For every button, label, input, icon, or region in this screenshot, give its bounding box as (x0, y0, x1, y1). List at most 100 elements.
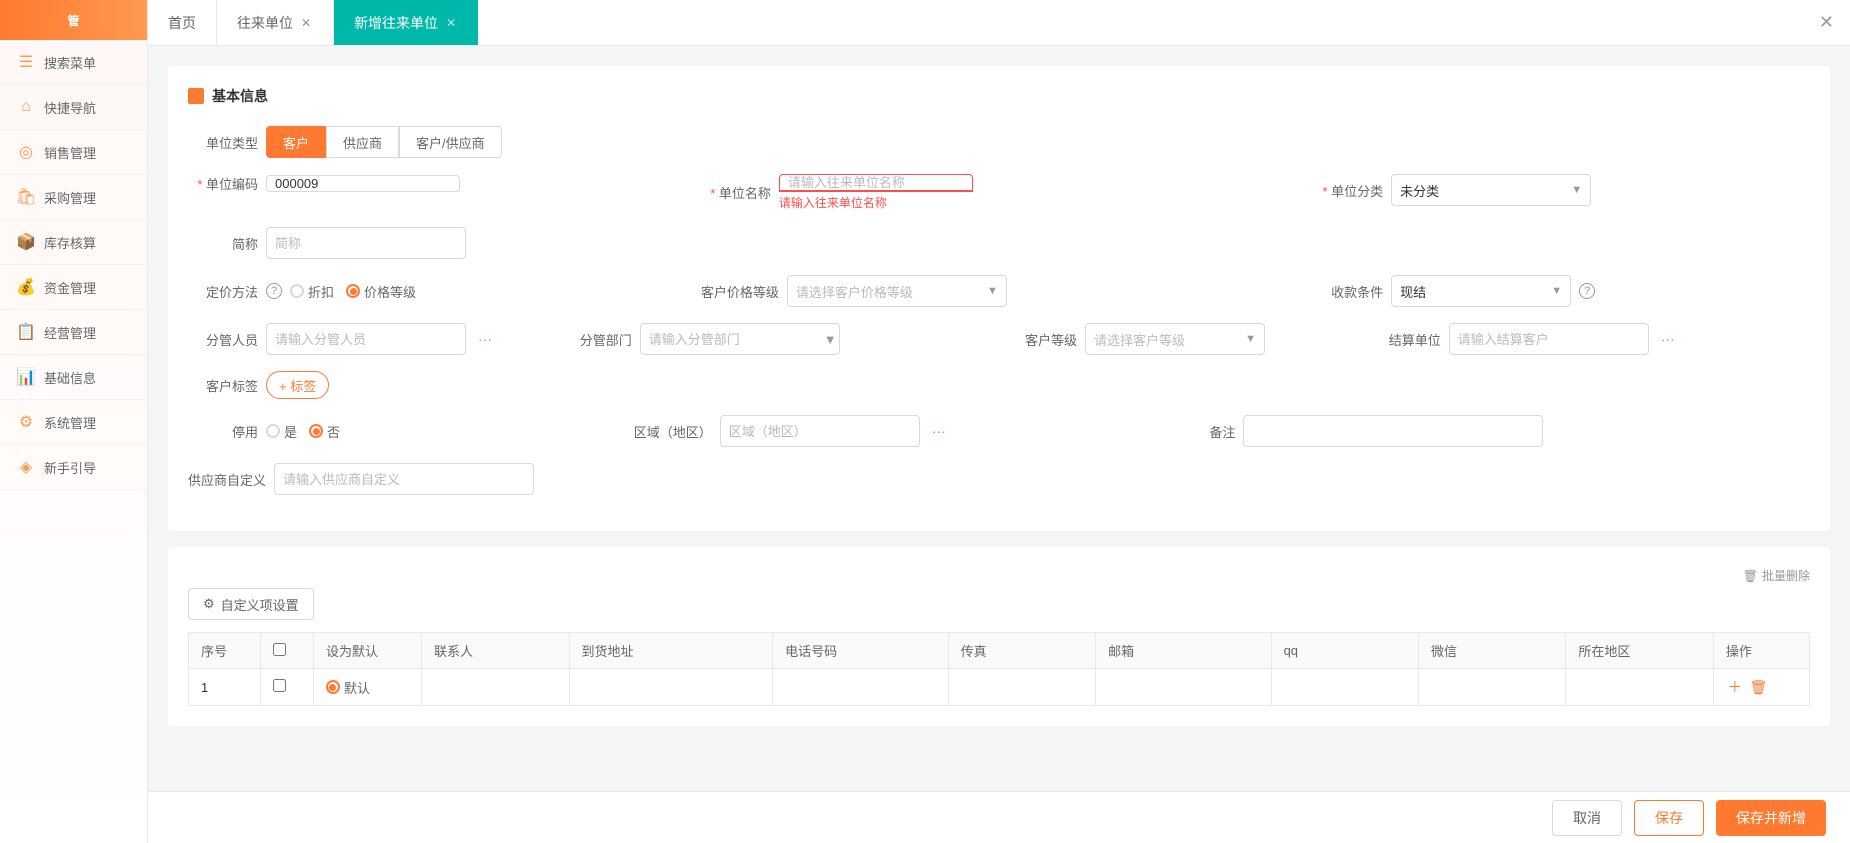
card-title: 基本信息 (188, 86, 1810, 106)
customer-grade-dropdown-icon: ▼ (1245, 333, 1256, 345)
col-no: 序号 (189, 633, 261, 669)
settlement-input[interactable] (1449, 323, 1649, 355)
unit-code-label: 单位编码 (188, 174, 258, 193)
sidebar-item-operations[interactable]: 📋 经营管理 (0, 310, 147, 355)
guide-icon: ◈ (16, 457, 36, 477)
pricing-help-icon[interactable]: ? (266, 283, 282, 299)
tag-row: 客户标签 + 标签 (188, 371, 1810, 399)
row-address-input[interactable] (582, 680, 702, 695)
tab-partner-label: 往来单位 (237, 13, 293, 33)
remark-field: 备注 (1165, 415, 1810, 447)
sidebar: 管 ☰ 搜索菜单 ⌂ 快捷导航 ◎ 销售管理 🛍 采购管理 📦 库存核算 💰 资… (0, 0, 148, 843)
manager-more-btn[interactable]: ··· (474, 331, 496, 347)
sidebar-item-guide[interactable]: ◈ 新手引导 (0, 445, 147, 490)
payment-dropdown-icon: ▼ (1551, 285, 1562, 297)
payment-field: 收款条件 现结 ▼ ? (1313, 275, 1810, 307)
disable-yes-option[interactable]: 是 (266, 422, 297, 441)
row-delete-btn[interactable]: 🗑 (1749, 679, 1767, 695)
pricing-level-radio[interactable] (346, 284, 360, 298)
manager-input[interactable] (266, 323, 466, 355)
unit-type-both-btn[interactable]: 客户/供应商 (399, 126, 502, 158)
batch-delete-area[interactable]: 🗑 批量删除 (188, 567, 1810, 584)
save-button[interactable]: 保存 (1634, 800, 1704, 836)
tab-partner[interactable]: 往来单位 ✕ (217, 0, 334, 45)
inventory-icon: 📦 (16, 232, 36, 252)
row-fax-input[interactable] (961, 680, 1041, 695)
pricing-row: 定价方法 ? 折扣 价格等级 客户价格等级 (188, 275, 1810, 307)
dept-input[interactable] (640, 323, 840, 355)
col-checkbox (260, 633, 313, 669)
disable-region-remark-row: 停用 是 否 区域（地区） ··· (188, 415, 1810, 447)
customer-grade-placeholder: 请选择客户等级 (1094, 330, 1185, 349)
save-new-button[interactable]: 保存并新增 (1716, 800, 1826, 836)
pricing-discount-radio[interactable] (290, 284, 304, 298)
sidebar-item-system[interactable]: ⚙ 系统管理 (0, 400, 147, 445)
search-menu-icon: ☰ (16, 52, 36, 72)
payment-help-icon[interactable]: ? (1579, 283, 1595, 299)
tabbar: 首页 往来单位 ✕ 新增往来单位 ✕ ✕ (148, 0, 1850, 46)
tab-home[interactable]: 首页 (148, 0, 217, 45)
system-icon: ⚙ (16, 412, 36, 432)
customer-level-dropdown-icon: ▼ (987, 285, 998, 297)
select-all-checkbox[interactable] (273, 643, 286, 656)
unit-type-customer-btn[interactable]: 客户 (266, 126, 326, 158)
disable-no-option[interactable]: 否 (309, 422, 340, 441)
row-fax (948, 669, 1095, 706)
sidebar-item-search[interactable]: ☰ 搜索菜单 (0, 40, 147, 85)
supplier-custom-field: 供应商自定义 (188, 463, 1810, 495)
short-name-row: 简称 (188, 227, 1810, 259)
customer-level-placeholder: 请选择客户价格等级 (796, 282, 913, 301)
custom-settings-btn[interactable]: ⚙ 自定义项设置 (188, 588, 314, 620)
row-region (1566, 669, 1713, 706)
sidebar-item-basic-info[interactable]: 📊 基础信息 (0, 355, 147, 400)
supplier-custom-input[interactable] (274, 463, 534, 495)
tab-partner-close[interactable]: ✕ (299, 14, 313, 32)
tab-new-partner[interactable]: 新增往来单位 ✕ (334, 0, 478, 45)
sidebar-item-quick-nav[interactable]: ⌂ 快捷导航 (0, 85, 147, 130)
unit-name-input[interactable] (779, 174, 973, 192)
pricing-level-option[interactable]: 价格等级 (346, 282, 416, 301)
remark-input[interactable] (1243, 415, 1543, 447)
cancel-button[interactable]: 取消 (1552, 800, 1622, 836)
disable-yes-radio[interactable] (266, 424, 280, 438)
pricing-discount-option[interactable]: 折扣 (290, 282, 334, 301)
unit-type-field: 单位类型 客户 供应商 客户/供应商 (188, 126, 1810, 158)
unit-type-supplier-btn[interactable]: 供应商 (326, 126, 399, 158)
footer-bar: 取消 保存 保存并新增 (148, 791, 1850, 843)
contact-table: 序号 设为默认 联系人 到货地址 电话号码 传真 邮箱 qq 微信 所在地区 操… (188, 632, 1810, 706)
row-region-input[interactable] (1578, 680, 1658, 695)
pricing-radio-group: 折扣 价格等级 (290, 282, 416, 301)
row-phone-input[interactable] (785, 680, 885, 695)
add-tag-btn[interactable]: + 标签 (266, 371, 329, 399)
region-input[interactable] (720, 415, 920, 447)
row-wechat-input[interactable] (1431, 680, 1511, 695)
row-default-option[interactable]: 默认 (326, 678, 370, 697)
row-qq-input[interactable] (1284, 680, 1364, 695)
row-add-btn[interactable]: ＋ (1728, 679, 1742, 695)
tabbar-close-all[interactable]: ✕ (1803, 0, 1850, 45)
row-checkbox[interactable] (273, 679, 286, 692)
sidebar-item-finance[interactable]: 💰 资金管理 (0, 265, 147, 310)
unit-code-input[interactable] (266, 175, 460, 192)
sidebar-item-search-label: 搜索菜单 (44, 53, 96, 72)
sidebar-item-purchase[interactable]: 🛍 采购管理 (0, 175, 147, 220)
disable-no-radio[interactable] (309, 424, 323, 438)
region-more-btn[interactable]: ··· (928, 423, 950, 439)
settlement-more-btn[interactable]: ··· (1657, 331, 1679, 347)
unit-category-select[interactable]: 未分类 ▼ (1391, 174, 1591, 206)
basic-info-card: 基本信息 单位类型 客户 供应商 客户/供应商 单位编码 (168, 66, 1830, 531)
purchase-icon: 🛍 (16, 187, 36, 207)
sidebar-item-inventory[interactable]: 📦 库存核算 (0, 220, 147, 265)
disable-radio-group: 是 否 (266, 422, 340, 441)
short-name-input[interactable] (266, 227, 466, 259)
row-default-radio[interactable] (326, 680, 340, 694)
row-contact-input[interactable] (434, 680, 514, 695)
customer-grade-select[interactable]: 请选择客户等级 ▼ (1085, 323, 1265, 355)
customer-level-select[interactable]: 请选择客户价格等级 ▼ (787, 275, 1007, 307)
sidebar-logo: 管 (0, 0, 147, 40)
sidebar-item-sales[interactable]: ◎ 销售管理 (0, 130, 147, 175)
row-email-input[interactable] (1108, 680, 1208, 695)
unit-code-input-wrapper (266, 175, 460, 192)
payment-select[interactable]: 现结 ▼ (1391, 275, 1571, 307)
tab-new-partner-close[interactable]: ✕ (444, 14, 458, 32)
